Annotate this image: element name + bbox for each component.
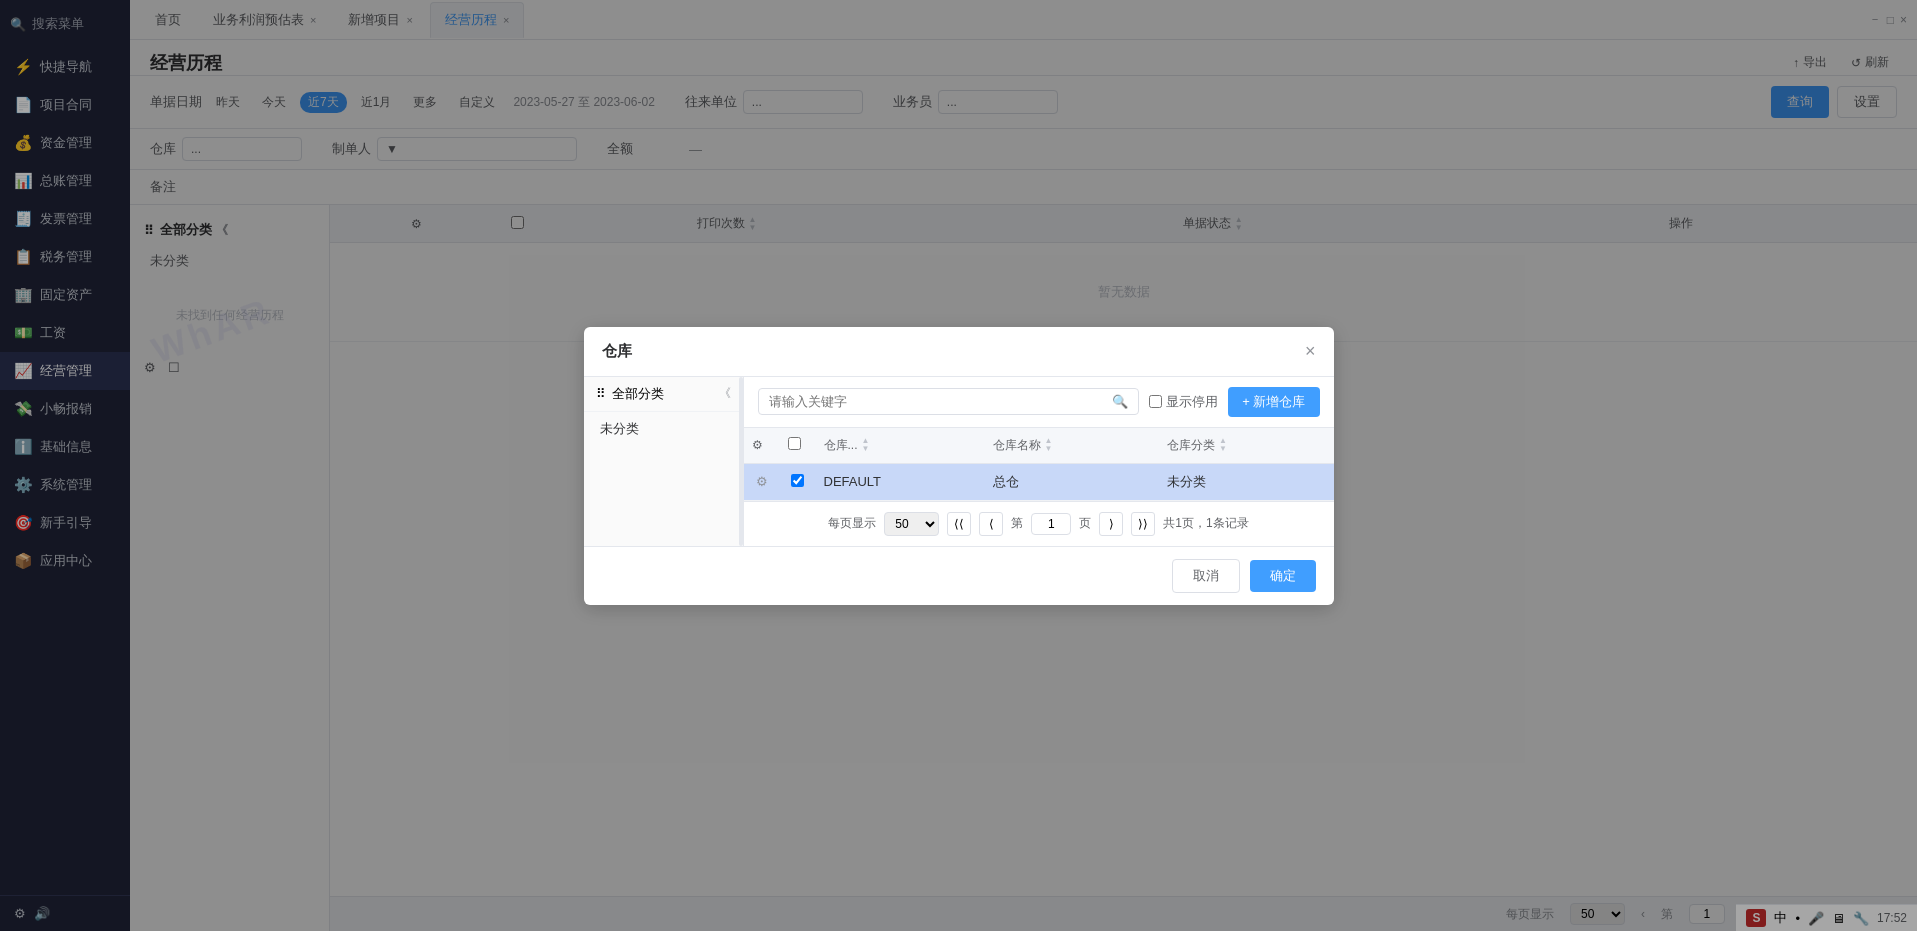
- confirm-button[interactable]: 确定: [1250, 560, 1316, 592]
- dialog-body: ⠿ 全部分类 《 未分类 🔍: [584, 377, 1334, 546]
- dialog-next-page-btn[interactable]: ⟩: [1099, 512, 1123, 536]
- dialog-gear-icon[interactable]: ⚙: [752, 438, 763, 452]
- dialog-header: 仓库 ×: [584, 327, 1334, 377]
- dialog-total-label: 共1页，1条记录: [1163, 515, 1248, 532]
- dialog-col-gear: ⚙: [744, 428, 780, 464]
- dialog-overlay: 仓库 × ⠿ 全部分类 《 未分类: [0, 0, 1917, 931]
- show-disabled-checkbox[interactable]: [1149, 395, 1162, 408]
- dialog-page-size-select[interactable]: 50 100: [884, 512, 939, 536]
- dialog-collapse-btn[interactable]: 《: [719, 385, 731, 402]
- dialog-table-row[interactable]: ⚙ DEFAULT 总仓 未分类: [744, 463, 1334, 500]
- dialog-last-page-btn[interactable]: ⟩⟩: [1131, 512, 1155, 536]
- dialog-page-input[interactable]: [1031, 513, 1071, 535]
- row-category: 未分类: [1159, 463, 1333, 500]
- row-select-checkbox[interactable]: [791, 474, 804, 487]
- dialog-search-icon[interactable]: 🔍: [1112, 394, 1128, 409]
- row-checkbox[interactable]: [780, 463, 816, 500]
- dialog-page-suffix: 页: [1079, 515, 1091, 532]
- dialog-select-all[interactable]: [788, 437, 801, 450]
- dialog-prev-page-btn[interactable]: ⟨: [979, 512, 1003, 536]
- add-warehouse-button[interactable]: + 新增仓库: [1228, 387, 1319, 417]
- dialog-left-panel: ⠿ 全部分类 《 未分类: [584, 377, 744, 546]
- show-disabled-label: 显示停用: [1166, 393, 1218, 411]
- dialog-col-checkbox: [780, 428, 816, 464]
- dialog-pagination: 每页显示 50 100 ⟨⟨ ⟨ 第 页 ⟩ ⟩⟩ 共1页，1条记录: [744, 501, 1334, 546]
- dialog-footer: 取消 确定: [584, 546, 1334, 605]
- dialog-col-name[interactable]: 仓库名称 ▲▼: [985, 428, 1159, 464]
- dialog-title: 仓库: [602, 342, 632, 361]
- row-gear-icon: ⚙: [756, 474, 768, 489]
- dialog-close-button[interactable]: ×: [1305, 341, 1316, 362]
- dialog-table: ⚙ 仓库... ▲▼ 仓库名称: [744, 428, 1334, 501]
- dialog-search-box: 🔍: [758, 388, 1140, 415]
- dialog-left-grid-icon: ⠿: [596, 386, 606, 401]
- dialog-toolbar: 🔍 显示停用 + 新增仓库: [744, 377, 1334, 428]
- dialog-left-header: ⠿ 全部分类 《: [584, 377, 743, 412]
- cancel-button[interactable]: 取消: [1172, 559, 1240, 593]
- row-code: DEFAULT: [816, 463, 985, 500]
- dialog-right-panel: 🔍 显示停用 + 新增仓库 ⚙: [744, 377, 1334, 546]
- warehouse-dialog: 仓库 × ⠿ 全部分类 《 未分类: [584, 327, 1334, 605]
- row-name: 总仓: [985, 463, 1159, 500]
- row-gear[interactable]: ⚙: [744, 463, 780, 500]
- dialog-first-page-btn[interactable]: ⟨⟨: [947, 512, 971, 536]
- dialog-left-uncategorized[interactable]: 未分类: [584, 412, 743, 446]
- dialog-col-category[interactable]: 仓库分类 ▲▼: [1159, 428, 1333, 464]
- show-disabled-toggle: 显示停用: [1149, 393, 1218, 411]
- dialog-search-input[interactable]: [769, 394, 1107, 409]
- dialog-left-scrollbar[interactable]: [739, 377, 743, 546]
- dialog-page-label: 第: [1011, 515, 1023, 532]
- dialog-table-area: ⚙ 仓库... ▲▼ 仓库名称: [744, 428, 1334, 501]
- dialog-left-title: 全部分类: [612, 385, 664, 403]
- dialog-per-page-label: 每页显示: [828, 515, 876, 532]
- dialog-col-code[interactable]: 仓库... ▲▼: [816, 428, 985, 464]
